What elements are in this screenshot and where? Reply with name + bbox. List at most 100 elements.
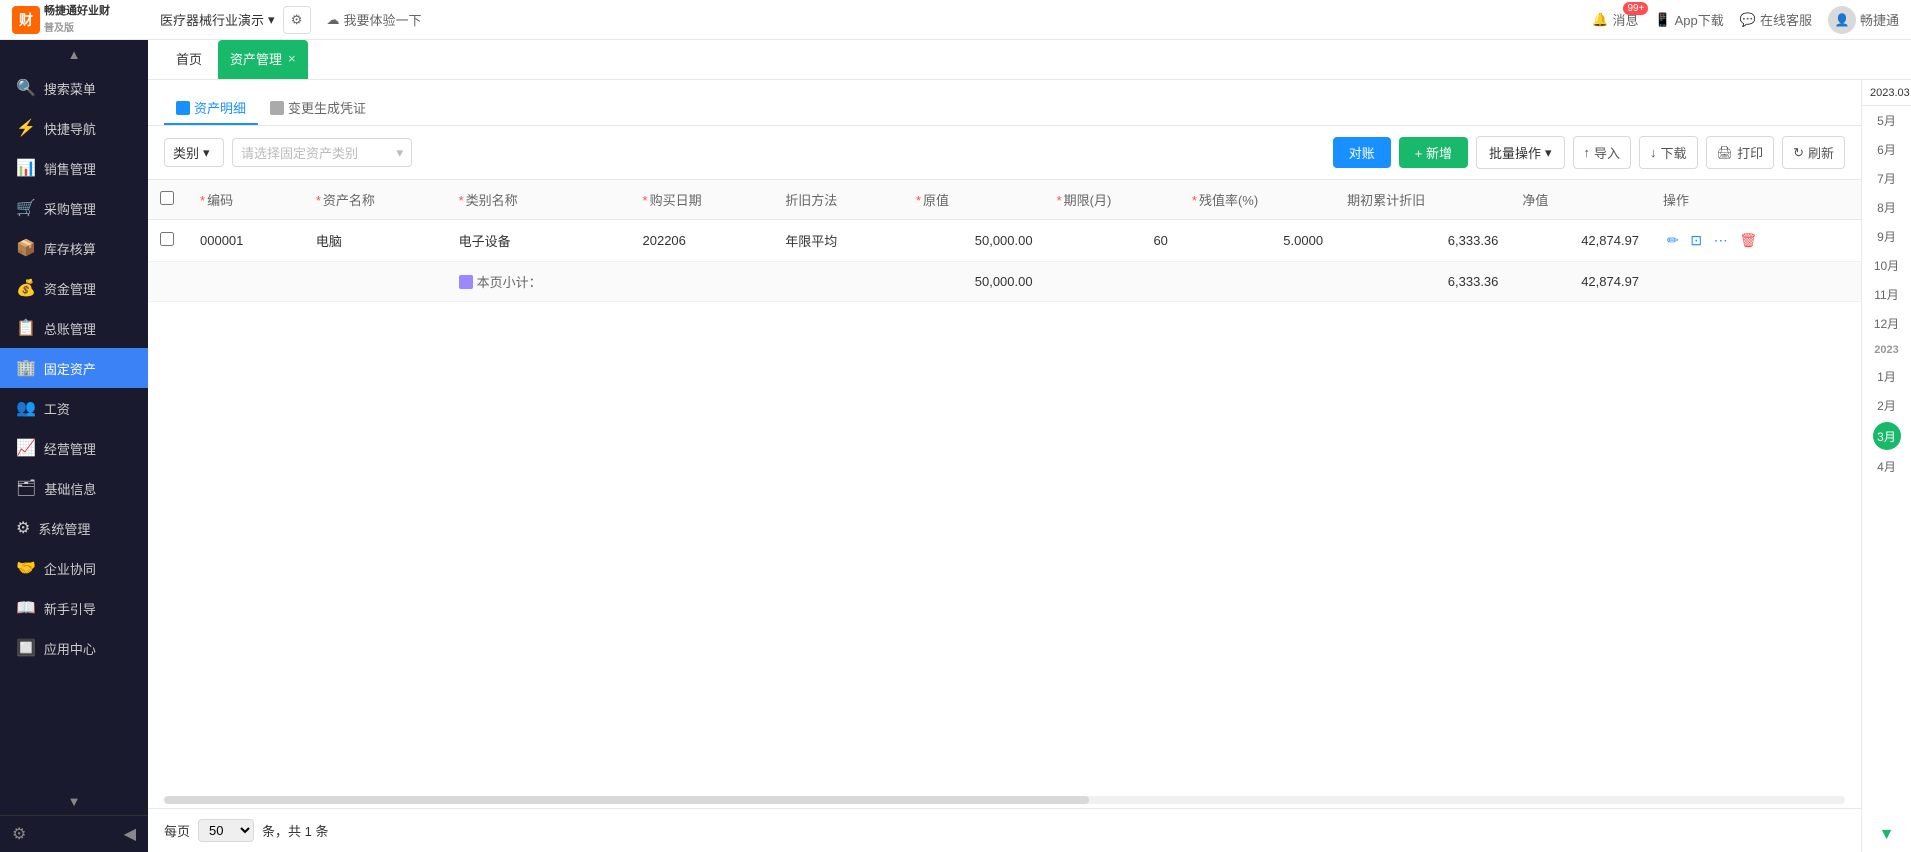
reconcile-button[interactable]: 对账 xyxy=(1333,137,1391,168)
bell-icon: 🔔 xyxy=(1592,12,1608,28)
sidebar-item-payroll[interactable]: 👥 工资 xyxy=(0,388,148,428)
company-name: 医疗器械行业演示 xyxy=(160,10,264,29)
col-purchase-date: *购买日期 xyxy=(631,180,774,220)
sidebar-item-fixed-assets[interactable]: 🏢 固定资产 xyxy=(0,348,148,388)
subtotal-row: 本页小计： 50,000.00 6,333.36 42,874.97 xyxy=(148,262,1861,302)
calendar-down-button[interactable]: ▼ xyxy=(1870,826,1903,844)
add-label: + 新增 xyxy=(1415,143,1452,162)
sidebar-item-corp[interactable]: 🤝 企业协同 xyxy=(0,548,148,588)
guide-icon: 📖 xyxy=(16,598,36,618)
per-page-select[interactable]: 50 100 xyxy=(198,819,254,842)
sidebar-item-ledger[interactable]: 📋 总账管理 xyxy=(0,308,148,348)
sidebar-item-sales[interactable]: 📊 销售管理 xyxy=(0,148,148,188)
logo-text: 畅捷通好业财 xyxy=(44,5,110,18)
main-layout: ▲ 🔍 搜索菜单 ⚡ 快捷导航 📊 销售管理 🛒 采购管理 📦 库存核算 xyxy=(0,40,1911,852)
month-item-6[interactable]: 6月 xyxy=(1862,135,1911,164)
horizontal-scrollbar[interactable] xyxy=(148,792,1861,808)
month-item-12[interactable]: 12月 xyxy=(1862,309,1911,338)
settings-button[interactable]: ⚙ xyxy=(283,6,311,34)
copy-button[interactable]: ⊡ xyxy=(1686,230,1706,251)
tab-home[interactable]: 首页 xyxy=(164,40,214,79)
cell-residual-rate: 5.0000 xyxy=(1180,220,1335,262)
month-item-2[interactable]: 2月 xyxy=(1862,391,1911,420)
month-item-11[interactable]: 11月 xyxy=(1862,280,1911,309)
sidebar-label-payroll: 工资 xyxy=(44,399,70,418)
total-label: 条，共 1 条 xyxy=(262,821,328,840)
month-item-5[interactable]: 5月 xyxy=(1862,106,1911,135)
inner-tab-change-voucher[interactable]: 变更生成凭证 xyxy=(258,92,378,125)
sidebar-scroll-down[interactable]: ▼ xyxy=(0,787,148,815)
month-item-9[interactable]: 9月 xyxy=(1862,222,1911,251)
more-button[interactable]: ⋯ xyxy=(1710,230,1732,251)
table-row: 000001 电脑 电子设备 202206 年限平均 50,000.00 60 … xyxy=(148,220,1861,262)
notifications-button[interactable]: 🔔 消息 99+ xyxy=(1592,10,1638,29)
select-all-checkbox[interactable] xyxy=(160,191,174,205)
download-button[interactable]: ↓ 下载 xyxy=(1639,136,1698,169)
month-item-1[interactable]: 1月 xyxy=(1862,362,1911,391)
month-item-4[interactable]: 4月 xyxy=(1862,452,1911,481)
import-button[interactable]: ↑ 导入 xyxy=(1573,136,1632,169)
cell-period-accumulated: 6,333.36 xyxy=(1335,220,1510,262)
operations-icon: 📈 xyxy=(16,438,36,458)
action-bar-left: 类别 ▾ 请选择固定资产类别 ▾ xyxy=(164,138,412,167)
logo-sub: 普及版 xyxy=(44,19,110,34)
sidebar-item-app-center[interactable]: 🔲 应用中心 xyxy=(0,628,148,668)
month-item-3-current[interactable]: 3月 xyxy=(1873,422,1901,450)
settings-bottom-button[interactable]: ⚙ xyxy=(12,824,26,844)
col-period-accumulated: 期初累计折旧 xyxy=(1335,180,1510,220)
scrollbar-thumb[interactable] xyxy=(164,796,1089,804)
top-bar: 财 畅捷通好业财 普及版 医疗器械行业演示 ▾ ⚙ ☁ 我要体验一下 🔔 消息 … xyxy=(0,0,1911,40)
edit-button[interactable]: ✏ xyxy=(1663,230,1683,251)
sidebar-item-finance[interactable]: 💰 资金管理 xyxy=(0,268,148,308)
add-button[interactable]: + 新增 xyxy=(1399,137,1468,168)
logo-icon: 财 xyxy=(12,6,40,34)
month-item-7[interactable]: 7月 xyxy=(1862,164,1911,193)
category-label: 类别 xyxy=(173,143,199,162)
sidebar-label-quick-nav: 快捷导航 xyxy=(44,119,96,138)
sidebar-scroll: 🔍 搜索菜单 ⚡ 快捷导航 📊 销售管理 🛒 采购管理 📦 库存核算 💰 xyxy=(0,68,148,787)
import-label: 导入 xyxy=(1594,143,1620,162)
try-button[interactable]: ☁ 我要体验一下 xyxy=(327,10,422,29)
sidebar-item-quick-nav[interactable]: ⚡ 快捷导航 xyxy=(0,108,148,148)
refresh-label: 刷新 xyxy=(1808,143,1834,162)
app-download-label: App下载 xyxy=(1675,10,1724,29)
inner-tab-asset-detail[interactable]: 资产明细 xyxy=(164,92,258,125)
download-icon: ↓ xyxy=(1650,145,1657,160)
category-select[interactable]: 请选择固定资产类别 ▾ xyxy=(232,138,412,167)
app-download-button[interactable]: 📱 App下载 xyxy=(1654,10,1723,29)
ledger-icon: 📋 xyxy=(16,318,36,338)
sidebar-item-basic-info[interactable]: 🗂 基础信息 xyxy=(0,468,148,508)
batch-button[interactable]: 批量操作 ▾ xyxy=(1476,136,1565,169)
sidebar: ▲ 🔍 搜索菜单 ⚡ 快捷导航 📊 销售管理 🛒 采购管理 📦 库存核算 xyxy=(0,40,148,852)
sidebar-item-purchase[interactable]: 🛒 采购管理 xyxy=(0,188,148,228)
chevron-icon: ▾ xyxy=(203,145,210,161)
inner-tab-asset-detail-label: 资产明细 xyxy=(194,98,246,117)
delete-button[interactable]: 🗑 xyxy=(1735,230,1761,251)
sidebar-item-guide[interactable]: 📖 新手引导 xyxy=(0,588,148,628)
online-service-button[interactable]: 💬 在线客服 xyxy=(1740,10,1812,29)
month-item-10[interactable]: 10月 xyxy=(1862,251,1911,280)
lightning-icon: ⚡ xyxy=(16,118,36,138)
sidebar-label-app-center: 应用中心 xyxy=(44,639,96,658)
tab-close-button[interactable]: × xyxy=(288,51,296,66)
try-label: 我要体验一下 xyxy=(344,10,422,29)
user-profile[interactable]: 👤 畅捷通 xyxy=(1828,6,1899,34)
tab-asset-mgmt[interactable]: 资产管理 × xyxy=(218,40,308,79)
row-checkbox[interactable] xyxy=(160,232,174,246)
refresh-button[interactable]: ↻ 刷新 xyxy=(1782,136,1845,169)
sidebar-label-sales: 销售管理 xyxy=(44,159,96,178)
sidebar-item-operations[interactable]: 📈 经营管理 xyxy=(0,428,148,468)
download-icon: 📱 xyxy=(1654,12,1670,28)
sidebar-item-search[interactable]: 🔍 搜索菜单 xyxy=(0,68,148,108)
sidebar-label-ledger: 总账管理 xyxy=(44,319,96,338)
sidebar-item-inventory[interactable]: 📦 库存核算 xyxy=(0,228,148,268)
collapse-sidebar-button[interactable]: ◀ xyxy=(124,824,136,844)
sidebar-label-corp: 企业协同 xyxy=(44,559,96,578)
sidebar-scroll-up[interactable]: ▲ xyxy=(0,40,148,68)
print-button[interactable]: 🖨 打印 xyxy=(1706,136,1775,169)
username: 畅捷通 xyxy=(1860,10,1899,29)
month-item-8[interactable]: 8月 xyxy=(1862,193,1911,222)
company-selector[interactable]: 医疗器械行业演示 ▾ xyxy=(160,10,275,29)
sidebar-item-system[interactable]: ⚙ 系统管理 xyxy=(0,508,148,548)
category-filter-label: 类别 ▾ xyxy=(164,138,224,167)
